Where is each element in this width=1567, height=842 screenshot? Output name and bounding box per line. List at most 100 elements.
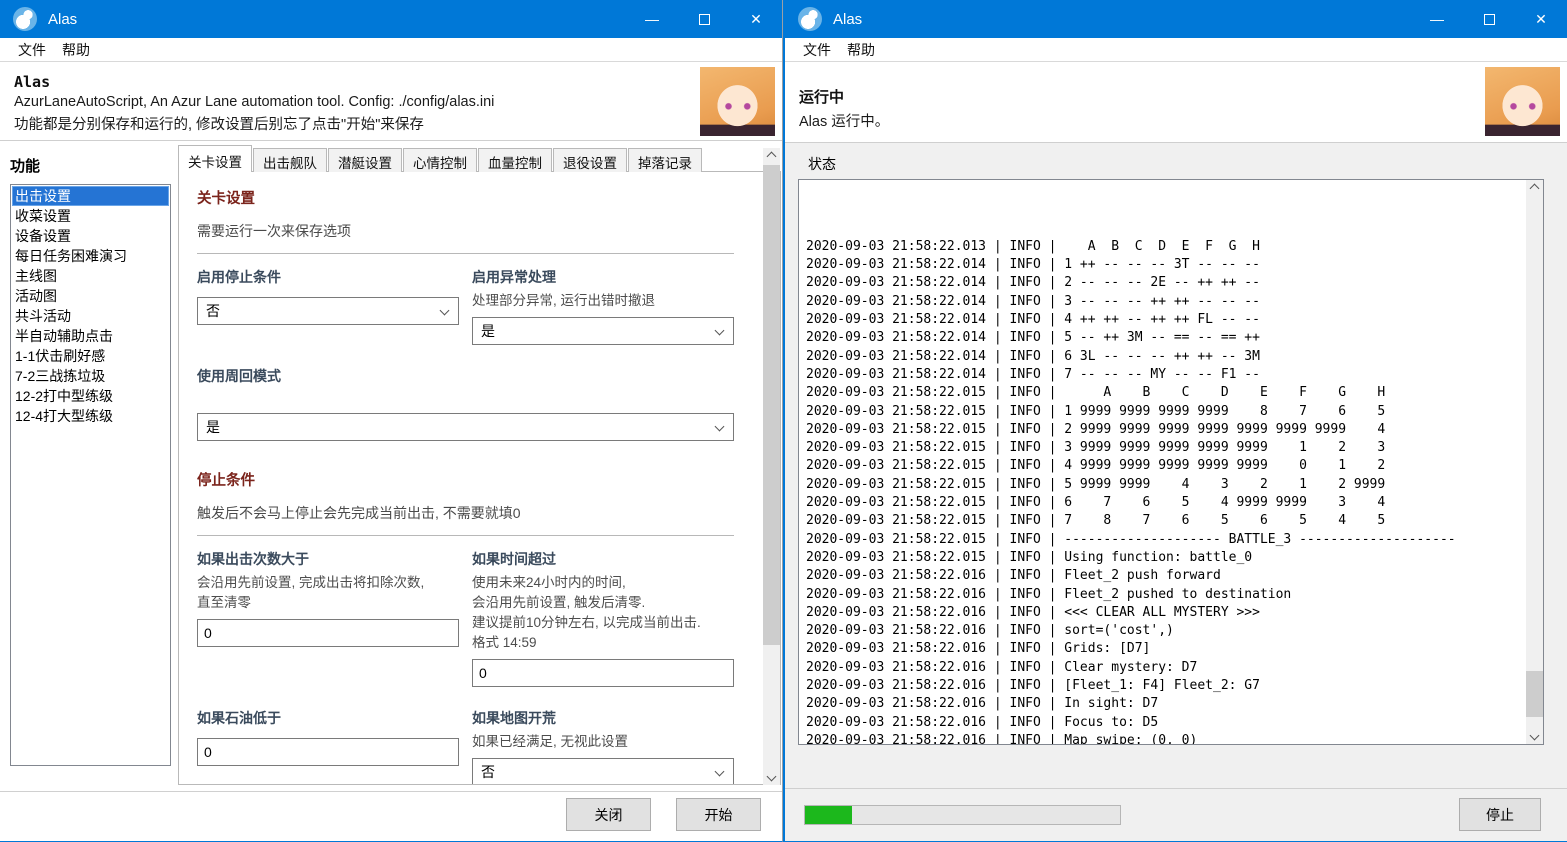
tab[interactable]: 掉落记录 [628, 148, 702, 172]
minimize-button[interactable]: — [626, 0, 678, 38]
log-scrollbar[interactable] [1526, 180, 1543, 744]
divider [197, 535, 734, 536]
list-item[interactable]: 1-1伏击刷好感 [12, 346, 169, 366]
tab[interactable]: 关卡设置 [178, 145, 252, 172]
form-cell: 如果出击次数大于 会沿用先前设置, 完成出击将扣除次数, 直至清零 [197, 549, 459, 687]
log-line: 2020-09-03 21:58:22.015 | INFO | 2 9999 … [806, 421, 1386, 437]
alas-logo-icon [13, 7, 37, 31]
runtime-header: 运行中 Alas 运行中。 [785, 62, 1567, 143]
scroll-up-icon[interactable] [763, 148, 780, 165]
tab[interactable]: 血量控制 [478, 148, 552, 172]
loop-mode-select[interactable]: 是 [197, 413, 734, 441]
form-cell: 如果地图开荒 如果已经满足, 无视此设置 否 [472, 708, 734, 784]
menu-item[interactable]: 帮助 [54, 40, 98, 60]
stop-enable-select[interactable]: 否 [197, 297, 459, 325]
sidebar-heading: 功能 [10, 158, 41, 175]
list-item[interactable]: 共斗活动 [12, 306, 169, 326]
field-description: 如果已经满足, 无视此设置 [472, 734, 629, 749]
maximize-icon [698, 13, 710, 25]
list-item[interactable]: 出击设置 [12, 186, 169, 206]
log-line: 2020-09-03 21:58:22.015 | INFO | 1 9999 … [806, 403, 1386, 419]
footer-divider [785, 788, 1567, 789]
menu-item[interactable]: 文件 [795, 40, 839, 60]
map-clear-select[interactable]: 否 [472, 758, 734, 784]
progress-fill [805, 806, 853, 824]
log-line: 2020-09-03 21:58:22.016 | INFO | Fleet_2… [806, 586, 1292, 602]
field-label: 启用异常处理 [472, 269, 556, 285]
scroll-down-icon[interactable] [763, 768, 780, 785]
tab[interactable]: 退役设置 [553, 148, 627, 172]
if-time-input[interactable] [472, 659, 734, 687]
log-line: 2020-09-03 21:58:22.016 | INFO | <<< CLE… [806, 604, 1260, 620]
list-item[interactable]: 设备设置 [12, 226, 169, 246]
field-label: 如果石油低于 [197, 710, 281, 726]
close-app-button[interactable]: 关闭 [566, 798, 651, 831]
chevron-down-icon [714, 421, 725, 432]
form-scrollbar[interactable] [763, 148, 780, 785]
log-line: 2020-09-03 21:58:22.014 | INFO | 5 -- ++… [806, 330, 1260, 346]
app-title: Alas [14, 73, 51, 91]
runtime-status-title: 运行中 [799, 89, 845, 106]
log-line: 2020-09-03 21:58:22.013 | INFO | A B C D… [806, 238, 1260, 254]
runtime-window: Alas — ✕ 文件 帮助 运行中 Alas 运行中。 状态 2020-09-0… [783, 0, 1567, 842]
tab[interactable]: 出击舰队 [253, 148, 327, 172]
close-button[interactable]: ✕ [730, 0, 782, 38]
list-item[interactable]: 收菜设置 [12, 206, 169, 226]
list-item[interactable]: 12-2打中型练级 [12, 386, 169, 406]
settings-window: Alas — ✕ 文件 帮助 Alas AzurLaneAutoScript, A… [0, 0, 783, 842]
log-line: 2020-09-03 21:58:22.015 | INFO | 7 8 7 6… [806, 513, 1386, 529]
list-item[interactable]: 12-4打大型练级 [12, 406, 169, 426]
log-line: 2020-09-03 21:58:22.015 | INFO | 6 7 6 5… [806, 495, 1386, 511]
maximize-button[interactable] [1463, 0, 1515, 38]
menu-item[interactable]: 帮助 [839, 40, 883, 60]
list-item[interactable]: 每日任务困难演习 [12, 246, 169, 266]
chevron-down-icon [714, 766, 725, 777]
section-title-stage-settings: 关卡设置 [197, 191, 255, 207]
log-lines: 2020-09-03 21:58:22.013 | INFO | A B C D… [799, 180, 1543, 745]
minimize-button[interactable]: — [1411, 0, 1463, 38]
titlebar[interactable]: Alas — ✕ [0, 0, 782, 38]
scroll-up-icon[interactable] [1526, 180, 1543, 197]
maximize-button[interactable] [678, 0, 730, 38]
log-line: 2020-09-03 21:58:22.016 | INFO | Grids: … [806, 641, 1151, 657]
runtime-status-line: Alas 运行中。 [799, 114, 890, 130]
window-title: Alas [833, 10, 863, 28]
tab[interactable]: 心情控制 [403, 148, 477, 172]
field-label: 如果出击次数大于 [197, 551, 309, 567]
log-line: 2020-09-03 21:58:22.014 | INFO | 4 ++ ++… [806, 312, 1260, 328]
log-line: 2020-09-03 21:58:22.016 | INFO | Focus t… [806, 714, 1159, 730]
tab-bar: 关卡设置 出击舰队 潜艇设置 心情控制 血量控制 退役设置 掉落记录 [178, 145, 703, 172]
tab[interactable]: 潜艇设置 [328, 148, 402, 172]
log-line: 2020-09-03 21:58:22.016 | INFO | Map swi… [806, 732, 1198, 745]
scrollbar-thumb[interactable] [1526, 671, 1543, 717]
list-item[interactable]: 活动图 [12, 286, 169, 306]
log-line: 2020-09-03 21:58:22.014 | INFO | 3 -- --… [806, 293, 1260, 309]
if-count-input[interactable] [197, 619, 459, 647]
log-line: 2020-09-03 21:58:22.015 | INFO | -------… [806, 531, 1456, 547]
titlebar[interactable]: Alas — ✕ [785, 0, 1567, 38]
exception-select[interactable]: 是 [472, 317, 734, 345]
list-item[interactable]: 7-2三战拣垃圾 [12, 366, 169, 386]
avatar [700, 67, 775, 136]
scroll-down-icon[interactable] [1526, 727, 1543, 744]
field-label: 启用停止条件 [197, 269, 281, 285]
log-console[interactable]: 2020-09-03 21:58:22.013 | INFO | A B C D… [798, 179, 1544, 745]
list-item[interactable]: 半自动辅助点击 [12, 326, 169, 346]
maximize-icon [1483, 13, 1495, 25]
log-line: 2020-09-03 21:58:22.015 | INFO | Using f… [806, 549, 1253, 565]
menu-bar: 文件 帮助 [0, 38, 782, 62]
log-line: 2020-09-03 21:58:22.014 | INFO | 6 3L --… [806, 348, 1260, 364]
list-item[interactable]: 主线图 [12, 266, 169, 286]
alas-logo-icon [798, 7, 822, 31]
chevron-down-icon [714, 325, 725, 336]
start-button[interactable]: 开始 [676, 798, 761, 831]
menu-item[interactable]: 文件 [10, 40, 54, 60]
close-button[interactable]: ✕ [1515, 0, 1567, 38]
window-title: Alas [48, 10, 78, 28]
field-label: 使用周回模式 [197, 368, 281, 384]
stop-button[interactable]: 停止 [1459, 798, 1541, 831]
if-oil-input[interactable] [197, 738, 459, 766]
log-line: 2020-09-03 21:58:22.016 | INFO | Fleet_2… [806, 568, 1221, 584]
window-controls: — ✕ [1411, 0, 1567, 38]
scrollbar-thumb[interactable] [763, 165, 780, 645]
